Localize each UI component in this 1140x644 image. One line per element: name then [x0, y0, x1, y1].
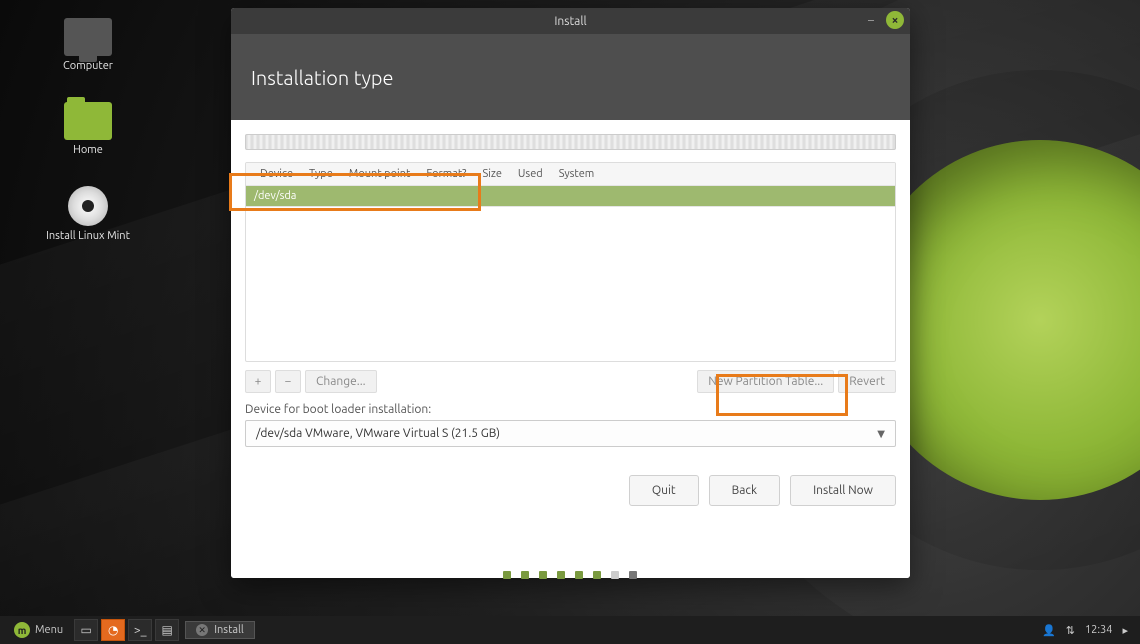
titlebar[interactable]: Install – ×	[231, 8, 910, 34]
bootloader-label: Device for boot loader installation:	[245, 403, 896, 416]
desktop-icon-computer[interactable]: Computer	[43, 18, 133, 72]
new-partition-table-button[interactable]: New Partition Table...	[697, 370, 834, 393]
col-size: Size	[474, 166, 509, 182]
quit-button[interactable]: Quit	[629, 475, 699, 506]
col-mount: Mount point	[341, 166, 419, 182]
col-system: System	[551, 166, 603, 182]
partition-row-selected[interactable]: /dev/sda	[246, 186, 895, 207]
disc-icon	[68, 186, 108, 226]
terminal-icon: >_	[134, 624, 147, 637]
task-label: Install	[214, 624, 244, 636]
clock[interactable]: 12:34	[1085, 624, 1113, 636]
close-icon: ×	[892, 14, 899, 27]
chevron-down-icon: ▼	[877, 428, 885, 440]
monitor-icon	[64, 18, 112, 56]
files-launcher[interactable]: ▤	[155, 619, 179, 641]
minimize-button[interactable]: –	[862, 11, 880, 29]
taskbar: m Menu ▭ ◔ >_ ▤ ✕ Install 👤 ⇅ 12:34 ▸	[0, 616, 1140, 644]
bootloader-device-select[interactable]: /dev/sda VMware, VMware Virtual S (21.5 …	[245, 420, 896, 447]
user-icon[interactable]: 👤	[1042, 624, 1056, 637]
menu-label: Menu	[35, 624, 63, 636]
partition-table[interactable]: Device Type Mount point Format? Size Use…	[245, 162, 896, 362]
system-tray: 👤 ⇅ 12:34 ▸	[1042, 624, 1134, 637]
desktop-icon-label: Install Linux Mint	[46, 230, 130, 242]
col-format: Format?	[418, 166, 474, 182]
pager-dot	[503, 571, 511, 579]
desktop-icon-install-mint[interactable]: Install Linux Mint	[33, 186, 143, 242]
desktop-icon-label: Home	[73, 144, 103, 156]
partition-table-header: Device Type Mount point Format? Size Use…	[246, 163, 895, 186]
folder-icon	[64, 102, 112, 140]
bootloader-selected: /dev/sda VMware, VMware Virtual S (21.5 …	[256, 427, 500, 440]
pager-dot	[593, 571, 601, 579]
network-icon[interactable]: ⇅	[1066, 624, 1075, 637]
task-indicator-icon: ✕	[196, 624, 208, 636]
mint-logo-icon: m	[14, 622, 30, 638]
col-type: Type	[301, 166, 341, 182]
pager-dot	[539, 571, 547, 579]
col-device: Device	[252, 166, 301, 182]
firefox-icon: ◔	[108, 623, 118, 637]
terminal-launcher[interactable]: >_	[128, 619, 152, 641]
device-cell: /dev/sda	[254, 190, 296, 202]
col-used: Used	[510, 166, 551, 182]
tray-collapse-icon[interactable]: ▸	[1122, 624, 1128, 637]
files-icon: ▤	[162, 623, 173, 637]
back-button[interactable]: Back	[709, 475, 780, 506]
revert-button[interactable]: Revert	[838, 370, 896, 393]
change-partition-button[interactable]: Change...	[305, 370, 377, 393]
firefox-launcher[interactable]: ◔	[101, 619, 125, 641]
installer-pager	[503, 571, 637, 579]
window-title: Install	[554, 15, 586, 28]
pager-dot	[629, 571, 637, 579]
pager-dot-current	[611, 571, 619, 579]
page-heading-bar: Installation type	[231, 34, 910, 120]
installer-window: Install – × Installation type Device Typ…	[231, 8, 910, 578]
remove-partition-button[interactable]: −	[275, 370, 301, 393]
show-desktop-button[interactable]: ▭	[74, 619, 98, 641]
close-button[interactable]: ×	[886, 11, 904, 29]
pager-dot	[521, 571, 529, 579]
desktop-icon: ▭	[81, 623, 92, 637]
desktop-icon-home[interactable]: Home	[43, 102, 133, 156]
install-now-button[interactable]: Install Now	[790, 475, 896, 506]
add-partition-button[interactable]: +	[245, 370, 271, 393]
start-menu-button[interactable]: m Menu	[6, 620, 71, 640]
partition-ruler	[245, 134, 896, 150]
page-title: Installation type	[251, 66, 393, 89]
pager-dot	[575, 571, 583, 579]
taskbar-task-install[interactable]: ✕ Install	[185, 621, 255, 639]
pager-dot	[557, 571, 565, 579]
